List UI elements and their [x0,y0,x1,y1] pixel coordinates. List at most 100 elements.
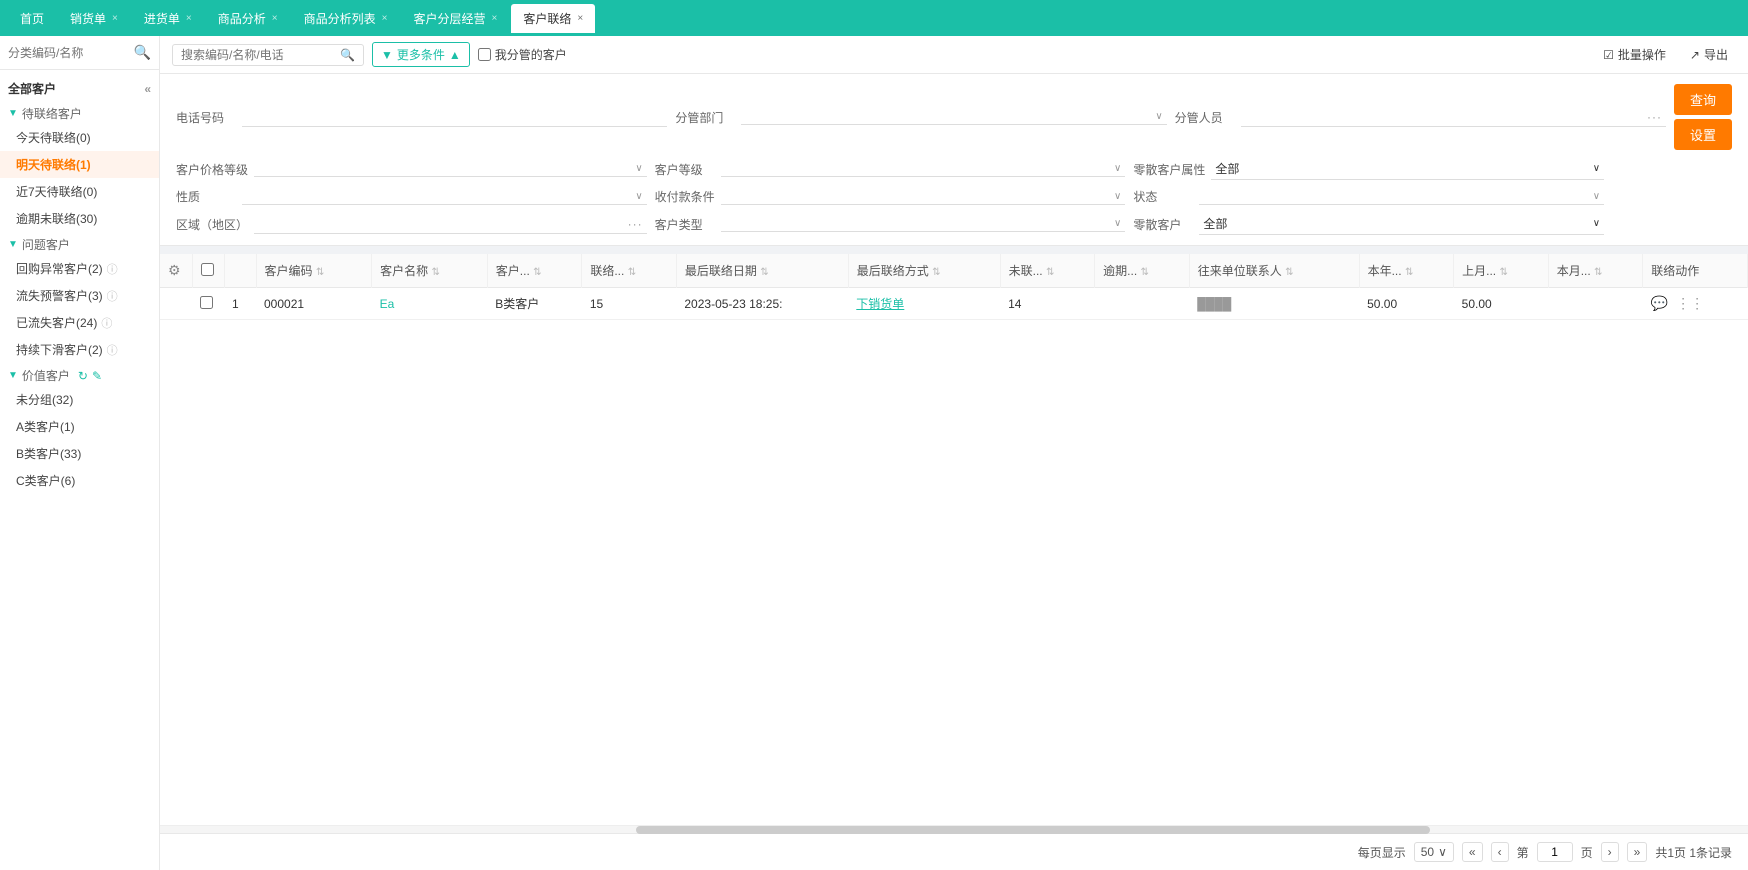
prev-page-button[interactable]: ‹ [1491,842,1509,862]
sidebar-item-classB[interactable]: B类客户(33) [0,440,159,467]
last-page-button[interactable]: » [1627,842,1648,862]
row-last-method-0[interactable]: 下销货单 [848,288,1000,320]
col-customer-name[interactable]: 客户名称 ⇅ [372,254,488,288]
filter-nature-select[interactable]: ∨ [242,189,647,205]
filter-phone-input[interactable] [242,108,667,127]
filter-retail-cust-select[interactable]: 全部 ∨ [1199,213,1604,235]
sidebar-search-input[interactable] [8,46,130,60]
horizontal-scrollbar[interactable] [160,825,1748,833]
main-search-icon[interactable]: 🔍 [340,48,355,62]
settings-button[interactable]: 设置 [1674,119,1732,150]
sidebar-item-today[interactable]: 今天待联络(0) [0,124,159,151]
col-customer-type[interactable]: 客户... ⇅ [487,254,582,288]
sidebar-item-repurchase-abnormal[interactable]: 回购异常客户(2) ⓘ [0,255,159,282]
action-chat-icon-0[interactable]: 💬 [1651,295,1668,312]
col-unit-contact[interactable]: 往来单位联系人 ⇅ [1189,254,1359,288]
filter-dept-select[interactable]: ∨ [741,109,1166,125]
sort-unit-contact[interactable]: ⇅ [1285,267,1293,278]
col-gear-icon[interactable]: ⚙ [168,262,181,278]
col-uncontacted[interactable]: 未联... ⇅ [1000,254,1095,288]
col-last-contact-method[interactable]: 最后联络方式 ⇅ [848,254,1000,288]
col-current-month[interactable]: 本月... ⇅ [1548,254,1643,288]
col-contact[interactable]: 联络... ⇅ [582,254,677,288]
my-customer-checkbox[interactable] [478,48,491,61]
info-icon-churned: ⓘ [101,315,112,331]
sidebar-item-ungrouped[interactable]: 未分组(32) [0,386,159,413]
sort-customer-type[interactable]: ⇅ [533,267,541,278]
filter-retail-attr-select[interactable]: 全部 ∨ [1211,158,1604,180]
sort-last-month[interactable]: ⇅ [1500,267,1508,278]
next-page-button[interactable]: › [1601,842,1619,862]
row-select-0[interactable] [200,296,213,309]
query-button[interactable]: 查询 [1674,84,1732,115]
sort-current-year[interactable]: ⇅ [1405,267,1413,278]
filter-cust-type-select[interactable]: ∨ [721,216,1126,232]
main-search-input[interactable] [181,48,336,62]
nav-customer-contact-close[interactable]: × [577,13,583,24]
nav-product-analysis-list[interactable]: 商品分析列表 × [292,4,400,33]
sort-last-contact-method[interactable]: ⇅ [932,267,940,278]
col-current-year[interactable]: 本年... ⇅ [1359,254,1454,288]
value-edit-icon[interactable]: ✎ [92,369,102,383]
sidebar-item-classC[interactable]: C类客户(6) [0,467,159,494]
sort-overdue[interactable]: ⇅ [1141,267,1149,278]
row-name-0[interactable]: Ea [372,288,488,320]
sidebar-item-tomorrow[interactable]: 明天待联络(1) [0,151,159,178]
col-last-contact-date[interactable]: 最后联络日期 ⇅ [676,254,848,288]
nav-sales[interactable]: 销货单 × [58,4,130,33]
my-customer-checkbox-wrap[interactable]: 我分管的客户 [478,46,567,63]
sort-last-contact-date[interactable]: ⇅ [760,267,768,278]
filter-price-level-select[interactable]: ∨ [254,161,647,177]
sidebar-search-icon[interactable]: 🔍 [134,44,151,61]
select-all-checkbox[interactable] [201,263,214,276]
sort-customer-name[interactable]: ⇅ [432,267,440,278]
scrollbar-thumb[interactable] [636,826,1430,834]
sidebar-collapse-icon[interactable]: « [144,82,151,96]
sort-customer-code[interactable]: ⇅ [316,267,324,278]
sidebar-item-classA[interactable]: A类客户(1) [0,413,159,440]
export-button[interactable]: ↗ 导出 [1682,43,1736,66]
more-filter-button[interactable]: ▼ 更多条件 ▲ [372,42,470,67]
nav-customer-segment[interactable]: 客户分层经营 × [401,4,509,33]
nav-product-analysis[interactable]: 商品分析 × [206,4,290,33]
filter-region-dots[interactable]: ··· [628,217,643,231]
nav-customer-contact[interactable]: 客户联络 × [511,4,595,33]
first-page-button[interactable]: « [1462,842,1483,862]
col-customer-code[interactable]: 客户编码 ⇅ [256,254,372,288]
nav-product-analysis-close[interactable]: × [272,13,278,24]
value-refresh-icon[interactable]: ↻ [78,369,88,383]
sidebar-item-churn-warning[interactable]: 流失预警客户(3) ⓘ [0,282,159,309]
page-number-input[interactable] [1537,842,1573,862]
nav-sales-close[interactable]: × [112,13,118,24]
filter-cust-level-select[interactable]: ∨ [721,161,1126,177]
info-icon-churn-warning: ⓘ [107,288,118,304]
sort-current-month[interactable]: ⇅ [1594,267,1602,278]
filter-price-level: 客户价格等级 ∨ [176,161,647,178]
sidebar-item-churned[interactable]: 已流失客户(24) ⓘ [0,309,159,336]
filter-payment-select[interactable]: ∨ [721,189,1126,205]
sidebar-item-overdue[interactable]: 逾期未联络(30) [0,205,159,232]
sidebar-all-customers[interactable]: 全部客户 « [0,74,159,101]
action-menu-icon-0[interactable]: ⋮⋮ [1676,295,1704,312]
nav-product-analysis-list-close[interactable]: × [382,13,388,24]
sidebar-group-problem: ▼ 问题客户 [0,232,159,255]
nav-purchase[interactable]: 进货单 × [132,4,204,33]
filter-status-select[interactable]: ∨ [1199,189,1604,205]
col-last-month[interactable]: 上月... ⇅ [1454,254,1549,288]
sort-uncontacted[interactable]: ⇅ [1046,267,1054,278]
nav-purchase-close[interactable]: × [186,13,192,24]
group-triangle-pending: ▼ [8,108,18,119]
sidebar-item-declining[interactable]: 持续下滑客户(2) ⓘ [0,336,159,363]
filter-manager-dots[interactable]: ··· [1647,110,1662,124]
col-overdue[interactable]: 逾期... ⇅ [1095,254,1190,288]
sidebar-item-7days[interactable]: 近7天待联络(0) [0,178,159,205]
nav-home[interactable]: 首页 [8,4,56,33]
filter-dept: 分管部门 ∨ [675,109,1166,126]
page-size-select[interactable]: 50 ∨ [1414,842,1454,862]
sort-contact[interactable]: ⇅ [628,267,636,278]
row-checkbox-0[interactable] [192,288,224,320]
info-icon-repurchase: ⓘ [107,261,118,277]
row-uncontacted-0: 14 [1000,288,1095,320]
nav-customer-segment-close[interactable]: × [491,13,497,24]
batch-op-button[interactable]: ☑ 批量操作 [1595,43,1674,66]
